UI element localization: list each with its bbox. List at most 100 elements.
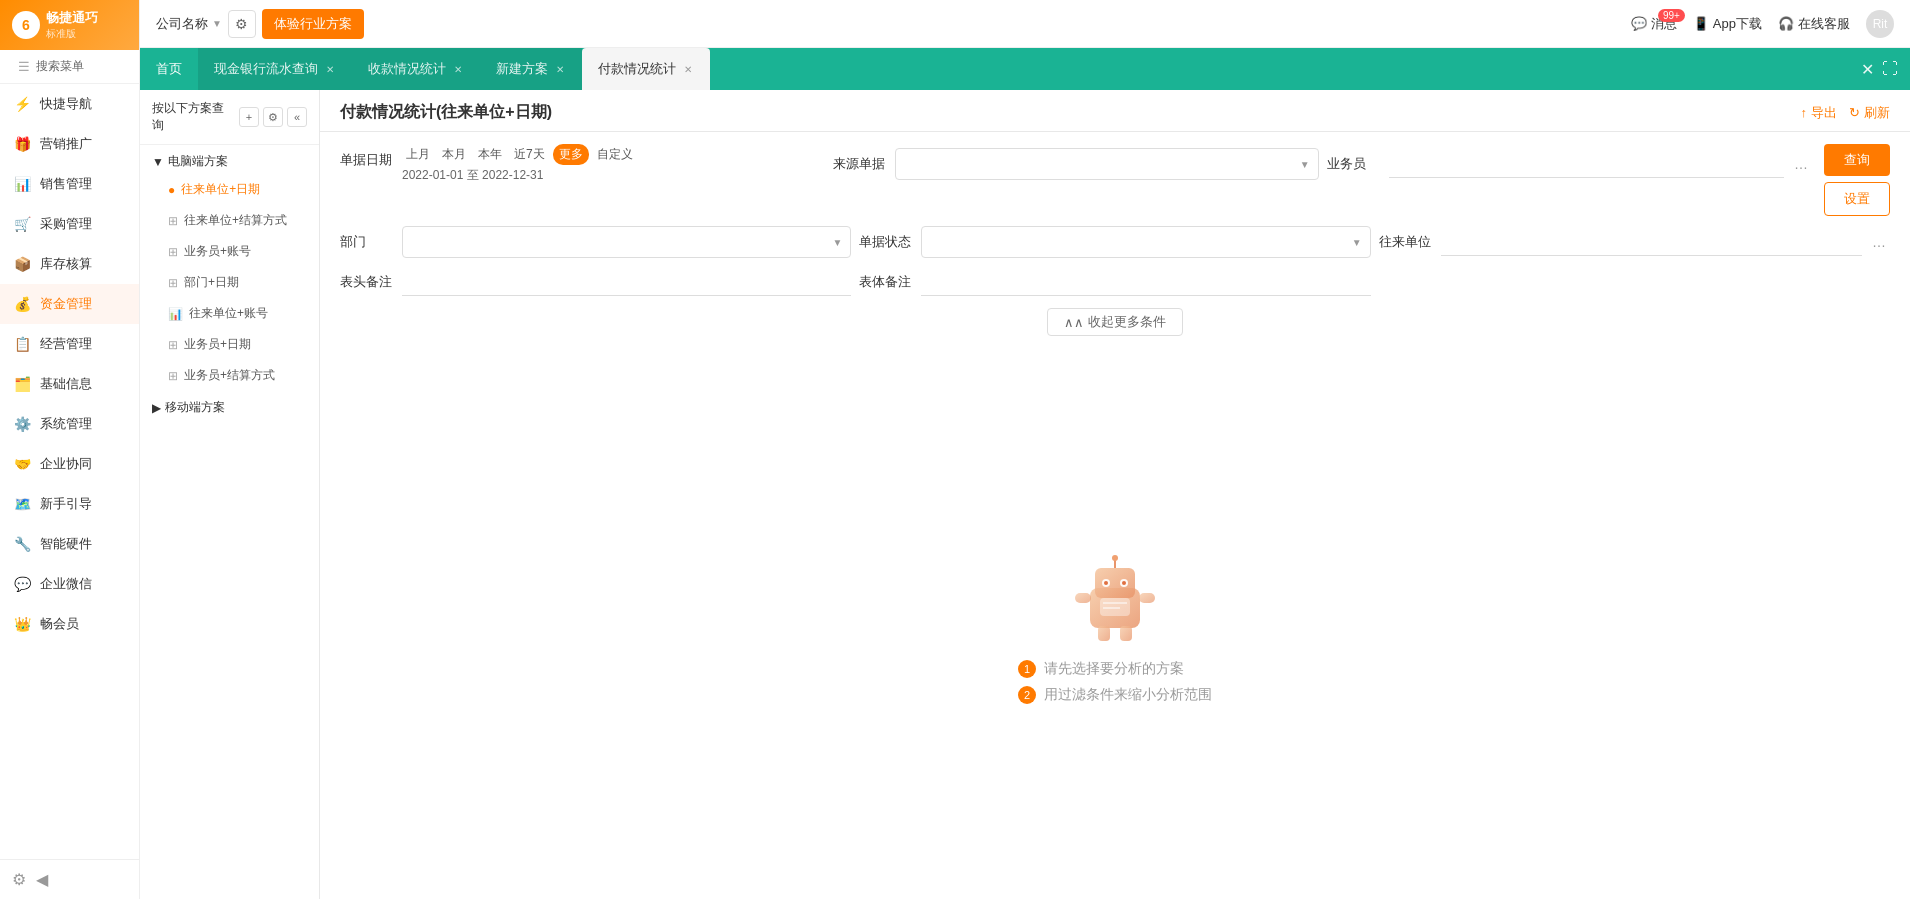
doc-status-label: 单据状态 [859, 233, 915, 251]
sidebar: 6 畅捷通巧 标准版 ☰ 搜索菜单 ⚡ 快捷导航 🎁 营销推广 📊 销售管理 🛒… [0, 0, 140, 899]
desktop-scheme-group[interactable]: ▼ 电脑端方案 [140, 145, 319, 174]
left-panel-add-button[interactable]: + [239, 107, 259, 127]
operations-icon: 📋 [12, 334, 32, 354]
left-panel: 按以下方案查询 + ⚙ « ▼ 电脑端方案 ● 往来单位+日期 ⊞ 往来单位+结… [140, 90, 320, 899]
refresh-label: 刷新 [1864, 104, 1890, 122]
tab-receipt-stats[interactable]: 收款情况统计 ✕ [352, 48, 480, 90]
app-download-button[interactable]: 📱 App下载 [1693, 15, 1762, 33]
empty-hint-1: 1 请先选择要分析的方案 [1018, 660, 1212, 678]
page-header-actions: ↑ 导出 ↻ 刷新 [1801, 104, 1891, 122]
tab-home[interactable]: 首页 [140, 48, 198, 90]
tab-payment-stats[interactable]: 付款情况统计 ✕ [582, 48, 710, 90]
shortcut-last-month[interactable]: 上月 [402, 144, 434, 165]
body-note-input[interactable] [921, 268, 1370, 296]
doc-status-filter-cell: 单据状态 ▼ [859, 226, 1370, 258]
sidebar-item-basic[interactable]: 🗂️ 基础信息 [0, 364, 139, 404]
user-avatar[interactable]: Rit [1866, 10, 1894, 38]
dept-filter-cell: 部门 ▼ [340, 226, 851, 258]
partner-filter-cell: 往来单位 … [1379, 226, 1890, 258]
header-note-filter-cell: 表头备注 [340, 268, 851, 296]
inventory-icon: 📦 [12, 254, 32, 274]
shortcut-this-year[interactable]: 本年 [474, 144, 506, 165]
shortcut-7days[interactable]: 近7天 [510, 144, 549, 165]
footer-collapse-icon[interactable]: ◀ [36, 870, 48, 889]
trial-button[interactable]: 体验行业方案 [262, 9, 364, 39]
export-button[interactable]: ↑ 导出 [1801, 104, 1838, 122]
tab-receipt-stats-close-icon[interactable]: ✕ [452, 62, 464, 77]
filter-settings-button[interactable]: 设置 [1824, 182, 1890, 216]
top-settings-button[interactable]: ⚙ [228, 10, 256, 38]
collapse-button[interactable]: ∧∧ 收起更多条件 [1047, 308, 1183, 336]
shortcut-custom[interactable]: 自定义 [593, 144, 637, 165]
dept-select[interactable]: ▼ [402, 226, 851, 258]
purchase-icon: 🛒 [12, 214, 32, 234]
scheme-item-unit-date[interactable]: ● 往来单位+日期 [140, 174, 319, 205]
finance-icon: 💰 [12, 294, 32, 314]
shortcut-this-month[interactable]: 本月 [438, 144, 470, 165]
basic-icon: 🗂️ [12, 374, 32, 394]
sidebar-item-operations[interactable]: 📋 经营管理 [0, 324, 139, 364]
scheme-icon-1: ⊞ [168, 214, 178, 228]
staff-more-icon[interactable]: … [1790, 156, 1812, 172]
sidebar-item-member[interactable]: 👑 畅会员 [0, 604, 139, 644]
messages-button[interactable]: 💬 消息 99+ [1631, 15, 1677, 33]
online-service-button[interactable]: 🎧 在线客服 [1778, 15, 1850, 33]
refresh-button[interactable]: ↻ 刷新 [1849, 104, 1890, 122]
source-doc-label: 来源单据 [833, 155, 889, 173]
scheme-item-staff-date[interactable]: ⊞ 业务员+日期 [140, 329, 319, 360]
scheme-item-unit-account[interactable]: 📊 往来单位+账号 [140, 298, 319, 329]
sidebar-item-enterprise[interactable]: 🤝 企业协同 [0, 444, 139, 484]
company-select[interactable]: 公司名称 ▼ [156, 15, 222, 33]
online-service-label: 在线客服 [1798, 15, 1850, 33]
footer-settings-icon[interactable]: ⚙ [12, 870, 26, 889]
header-note-input[interactable] [402, 268, 851, 296]
tab-payment-stats-close-icon[interactable]: ✕ [682, 62, 694, 77]
search-menu-button[interactable]: ☰ 搜索菜单 [0, 50, 139, 84]
left-panel-settings-button[interactable]: ⚙ [263, 107, 283, 127]
partner-input[interactable] [1441, 228, 1862, 256]
online-service-icon: 🎧 [1778, 16, 1794, 31]
mobile-scheme-group[interactable]: ▶ 移动端方案 [140, 391, 319, 420]
marketing-icon: 🎁 [12, 134, 32, 154]
scheme-icon-4: 📊 [168, 307, 183, 321]
sidebar-item-finance[interactable]: 💰 资金管理 [0, 284, 139, 324]
left-panel-collapse-button[interactable]: « [287, 107, 307, 127]
tab-expand-icon[interactable]: ⛶ [1882, 60, 1898, 78]
mobile-scheme-label: 移动端方案 [165, 399, 225, 416]
sidebar-item-marketing[interactable]: 🎁 营销推广 [0, 124, 139, 164]
sidebar-item-inventory[interactable]: 📦 库存核算 [0, 244, 139, 284]
sidebar-item-wechat[interactable]: 💬 企业微信 [0, 564, 139, 604]
tab-new-scheme-close-icon[interactable]: ✕ [554, 62, 566, 77]
sidebar-item-hardware[interactable]: 🔧 智能硬件 [0, 524, 139, 564]
scheme-item-unit-settle[interactable]: ⊞ 往来单位+结算方式 [140, 205, 319, 236]
sidebar-item-purchase[interactable]: 🛒 采购管理 [0, 204, 139, 244]
partner-more-icon[interactable]: … [1868, 234, 1890, 250]
top-bar-left: 公司名称 ▼ ⚙ 体验行业方案 [156, 9, 1621, 39]
staff-input-area [1389, 150, 1784, 178]
right-panel: 付款情况统计(往来单位+日期) ↑ 导出 ↻ 刷新 [320, 90, 1910, 899]
sidebar-item-guide[interactable]: 🗺️ 新手引导 [0, 484, 139, 524]
top-bar-right: 💬 消息 99+ 📱 App下载 🎧 在线客服 Rit [1631, 10, 1894, 38]
shortcut-more[interactable]: 更多 [553, 144, 589, 165]
sidebar-subtitle: 标准版 [46, 27, 98, 41]
desktop-scheme-group-label: 电脑端方案 [168, 153, 228, 170]
main-area: 公司名称 ▼ ⚙ 体验行业方案 💬 消息 99+ 📱 App下载 🎧 在线客服 [140, 0, 1910, 899]
scheme-icon-5: ⊞ [168, 338, 178, 352]
sidebar-item-system[interactable]: ⚙️ 系统管理 [0, 404, 139, 444]
scheme-item-staff-settle[interactable]: ⊞ 业务员+结算方式 [140, 360, 319, 391]
query-button[interactable]: 查询 [1824, 144, 1890, 176]
tab-bank-flow[interactable]: 现金银行流水查询 ✕ [198, 48, 352, 90]
scheme-item-staff-account[interactable]: ⊞ 业务员+账号 [140, 236, 319, 267]
sidebar-item-quick-nav[interactable]: ⚡ 快捷导航 [0, 84, 139, 124]
doc-status-select[interactable]: ▼ [921, 226, 1370, 258]
source-doc-select[interactable]: ▼ [895, 148, 1318, 180]
scheme-item-dept-date[interactable]: ⊞ 部门+日期 [140, 267, 319, 298]
tab-new-scheme[interactable]: 新建方案 ✕ [480, 48, 582, 90]
collapse-label: 收起更多条件 [1088, 313, 1166, 331]
app-download-icon: 📱 [1693, 16, 1709, 31]
staff-filter-cell: 业务员 … [1327, 144, 1812, 184]
tab-close-all-icon[interactable]: ✕ [1861, 60, 1874, 79]
doc-status-arrow: ▼ [1352, 237, 1362, 248]
sidebar-item-sales[interactable]: 📊 销售管理 [0, 164, 139, 204]
tab-bank-flow-close-icon[interactable]: ✕ [324, 62, 336, 77]
